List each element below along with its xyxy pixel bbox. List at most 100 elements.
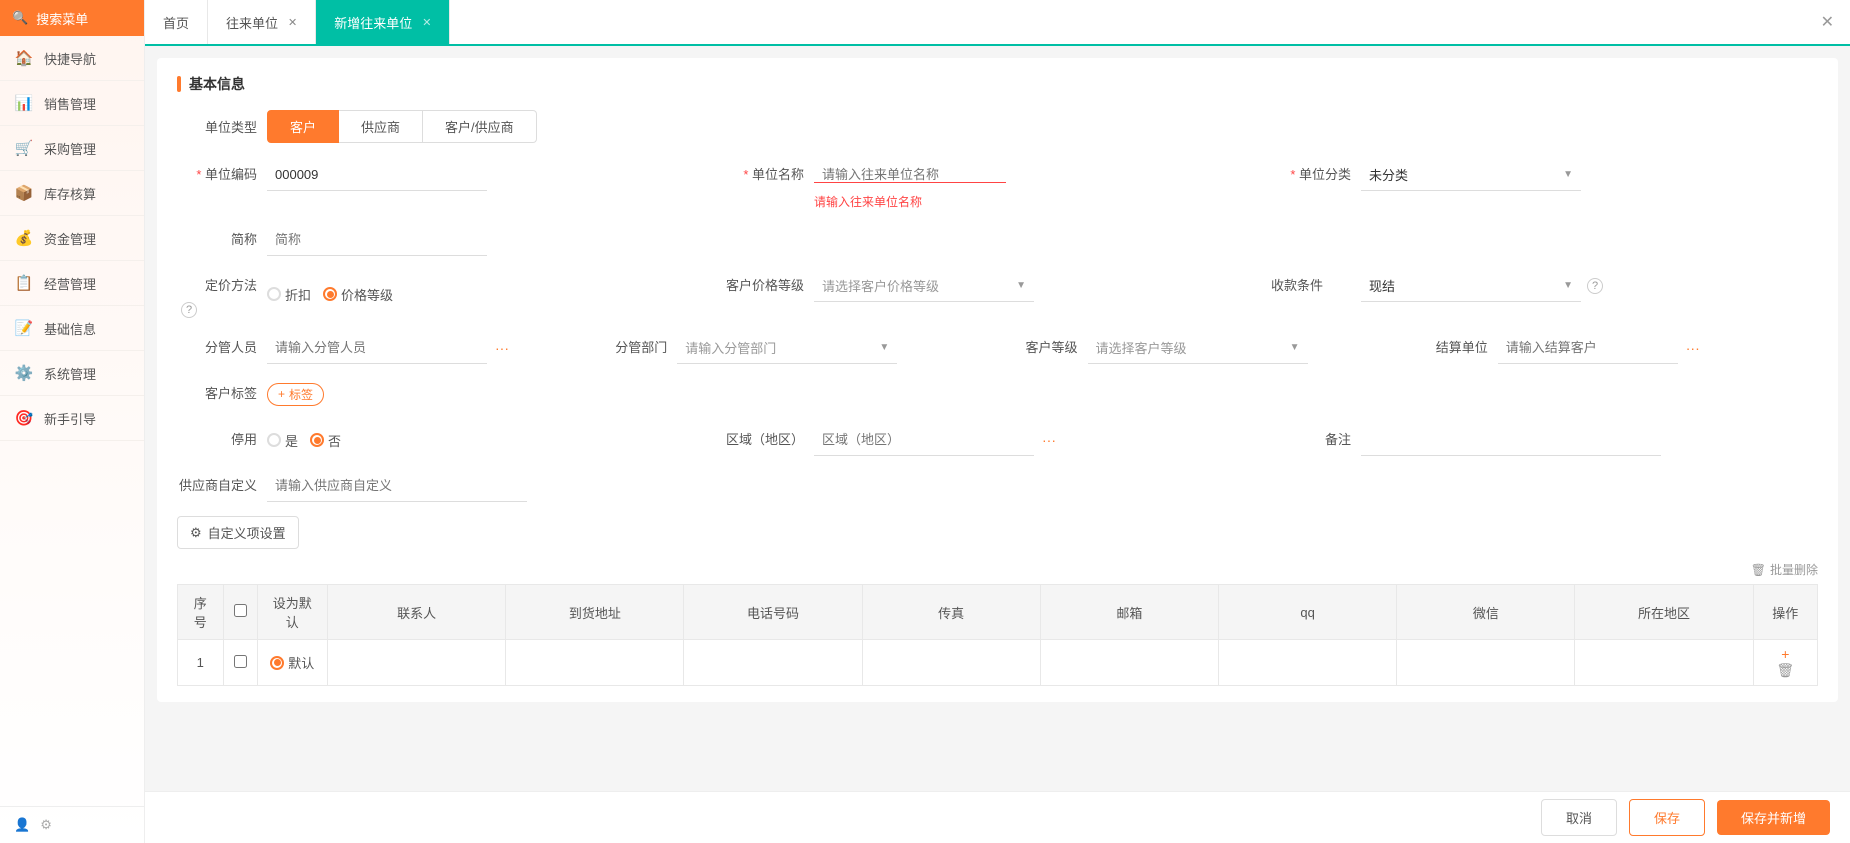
contacts-table-body: 1 默认 bbox=[178, 640, 1818, 686]
settlement-dots-btn[interactable]: ··· bbox=[1682, 340, 1704, 356]
payment-terms-select[interactable]: 现结 ▼ bbox=[1361, 270, 1581, 302]
sidebar-item-system[interactable]: ⚙️ 系统管理 bbox=[0, 351, 144, 396]
batch-delete-label[interactable]: 批量删除 bbox=[1770, 561, 1818, 578]
th-email: 邮箱 bbox=[1040, 585, 1218, 640]
tab-bar-close-btn[interactable]: ✕ bbox=[1805, 0, 1850, 44]
field-unit-category: 单位分类 未分类 ▼ bbox=[1271, 159, 1818, 191]
region-dots-btn[interactable]: ··· bbox=[1038, 432, 1060, 448]
short-name-label: 简称 bbox=[177, 224, 267, 256]
radio-price-level[interactable]: 价格等级 bbox=[323, 285, 393, 304]
payment-terms-help-icon[interactable]: ? bbox=[1587, 278, 1603, 294]
department-select[interactable]: 请输入分管部门 ▼ bbox=[677, 332, 897, 364]
basic-icon: 📝 bbox=[14, 318, 34, 338]
customer-level-select[interactable]: 请选择客户等级 ▼ bbox=[1088, 332, 1308, 364]
select-all-checkbox[interactable] bbox=[234, 604, 247, 617]
sidebar-item-operation[interactable]: 📋 经营管理 bbox=[0, 261, 144, 306]
sidebar-label-basic: 基础信息 bbox=[44, 319, 96, 338]
system-icon: ⚙️ bbox=[14, 363, 34, 383]
wechat-input[interactable] bbox=[1407, 655, 1564, 670]
custom-settings-button[interactable]: ⚙ 自定义项设置 bbox=[177, 516, 299, 549]
contact-input[interactable] bbox=[338, 655, 495, 670]
gear-icon: ⚙ bbox=[190, 525, 202, 541]
customer-level-arrow: ▼ bbox=[1290, 342, 1300, 353]
field-remark: 备注 bbox=[1271, 424, 1818, 456]
save-button[interactable]: 保存 bbox=[1629, 799, 1705, 836]
tab-home[interactable]: 首页 bbox=[145, 0, 208, 44]
disabled-radio-group: 是 否 bbox=[267, 431, 341, 450]
radio-no[interactable]: 否 bbox=[310, 431, 341, 450]
row-supplier-custom: 供应商自定义 bbox=[177, 470, 1818, 502]
row-add-btn[interactable]: + bbox=[1777, 646, 1793, 662]
guide-icon: 🎯 bbox=[14, 408, 34, 428]
field-region: 区域（地区） ··· bbox=[724, 424, 1271, 456]
user-icon: 👤 bbox=[14, 817, 30, 833]
remark-input[interactable] bbox=[1361, 424, 1661, 456]
sidebar-item-inventory[interactable]: 📦 库存核算 bbox=[0, 171, 144, 216]
tab-spacer bbox=[450, 0, 1804, 44]
settlement-input[interactable] bbox=[1498, 332, 1678, 364]
address-input[interactable] bbox=[516, 655, 673, 670]
search-menu-btn[interactable]: 🔍 搜索菜单 bbox=[0, 0, 144, 36]
fax-input[interactable] bbox=[873, 655, 1030, 670]
manager-input[interactable] bbox=[267, 332, 487, 364]
td-fax bbox=[862, 640, 1040, 686]
sidebar-bottom: 👤 ⚙ bbox=[0, 806, 144, 843]
cancel-button[interactable]: 取消 bbox=[1541, 799, 1617, 836]
radio-yes-label: 是 bbox=[285, 431, 298, 450]
qq-input[interactable] bbox=[1229, 655, 1386, 670]
tab-partners-label: 往来单位 bbox=[226, 13, 278, 32]
radio-default[interactable]: 默认 bbox=[268, 653, 318, 672]
row-pricing: 定价方法 ? 折扣 价格等级 bbox=[177, 270, 1818, 318]
tab-new-partner-close[interactable]: ✕ bbox=[422, 16, 431, 29]
unit-type-row: 单位类型 客户 供应商 客户/供应商 bbox=[177, 110, 1818, 143]
unit-btn-customer[interactable]: 客户 bbox=[267, 110, 339, 143]
unit-btn-both[interactable]: 客户/供应商 bbox=[423, 110, 537, 143]
unit-category-arrow: ▼ bbox=[1563, 169, 1573, 180]
manager-dots-btn[interactable]: ··· bbox=[491, 340, 513, 356]
main-panel: 首页 往来单位 ✕ 新增往来单位 ✕ ✕ 基本信息 单位类型 客户 供应商 客户… bbox=[145, 0, 1850, 843]
row-checkbox[interactable] bbox=[234, 655, 247, 668]
trash-icon: 🗑 bbox=[1751, 563, 1766, 577]
customer-price-level-select[interactable]: 请选择客户价格等级 ▼ bbox=[814, 270, 1034, 302]
radio-discount-label: 折扣 bbox=[285, 285, 311, 304]
tab-partners-close[interactable]: ✕ bbox=[288, 16, 297, 29]
sidebar-item-purchase[interactable]: 🛒 采购管理 bbox=[0, 126, 144, 171]
sidebar-item-sales[interactable]: 📊 销售管理 bbox=[0, 81, 144, 126]
radio-yes-circle bbox=[267, 433, 281, 447]
phone-input[interactable] bbox=[694, 655, 851, 670]
tab-new-partner[interactable]: 新增往来单位 ✕ bbox=[316, 0, 450, 44]
sidebar-item-quick-nav[interactable]: 🏠 快捷导航 bbox=[0, 36, 144, 81]
radio-yes[interactable]: 是 bbox=[267, 431, 298, 450]
payment-terms-value: 现结 bbox=[1369, 276, 1559, 295]
short-name-input[interactable] bbox=[267, 224, 487, 256]
tag-add-button[interactable]: + 标签 bbox=[267, 383, 324, 406]
field-supplier-custom: 供应商自定义 bbox=[177, 470, 1818, 502]
save-new-button[interactable]: 保存并新增 bbox=[1717, 800, 1830, 835]
sidebar-item-finance[interactable]: 💰 资金管理 bbox=[0, 216, 144, 261]
unit-name-input[interactable] bbox=[814, 167, 1006, 183]
radio-discount[interactable]: 折扣 bbox=[267, 285, 311, 304]
td-default: 默认 bbox=[257, 640, 328, 686]
row-del-btn[interactable]: 🗑 bbox=[1772, 662, 1798, 678]
field-pricing-method: 定价方法 ? 折扣 价格等级 bbox=[177, 270, 724, 318]
customer-tag-label: 客户标签 bbox=[177, 378, 267, 410]
field-unit-code: 单位编码 bbox=[177, 159, 724, 191]
manager-label: 分管人员 bbox=[177, 332, 267, 364]
region-table-input[interactable] bbox=[1585, 655, 1742, 670]
pricing-help-icon[interactable]: ? bbox=[181, 302, 197, 318]
row-manager: 分管人员 ··· 分管部门 请输入分管部门 ▼ 客户等级 请选择客户等级 bbox=[177, 332, 1818, 364]
region-input[interactable] bbox=[814, 424, 1034, 456]
unit-category-select[interactable]: 未分类 ▼ bbox=[1361, 159, 1581, 191]
tab-bar: 首页 往来单位 ✕ 新增往来单位 ✕ ✕ bbox=[145, 0, 1850, 46]
td-checkbox bbox=[223, 640, 257, 686]
supplier-custom-input[interactable] bbox=[267, 470, 527, 502]
sidebar-item-guide[interactable]: 🎯 新手引导 bbox=[0, 396, 144, 441]
sidebar-item-basic[interactable]: 📝 基础信息 bbox=[0, 306, 144, 351]
unit-code-input[interactable] bbox=[267, 159, 487, 191]
inventory-icon: 📦 bbox=[14, 183, 34, 203]
tab-partners[interactable]: 往来单位 ✕ bbox=[208, 0, 316, 44]
email-input[interactable] bbox=[1051, 655, 1208, 670]
unit-btn-supplier[interactable]: 供应商 bbox=[339, 110, 423, 143]
sidebar-label-operation: 经营管理 bbox=[44, 274, 96, 293]
radio-discount-circle bbox=[267, 287, 281, 301]
